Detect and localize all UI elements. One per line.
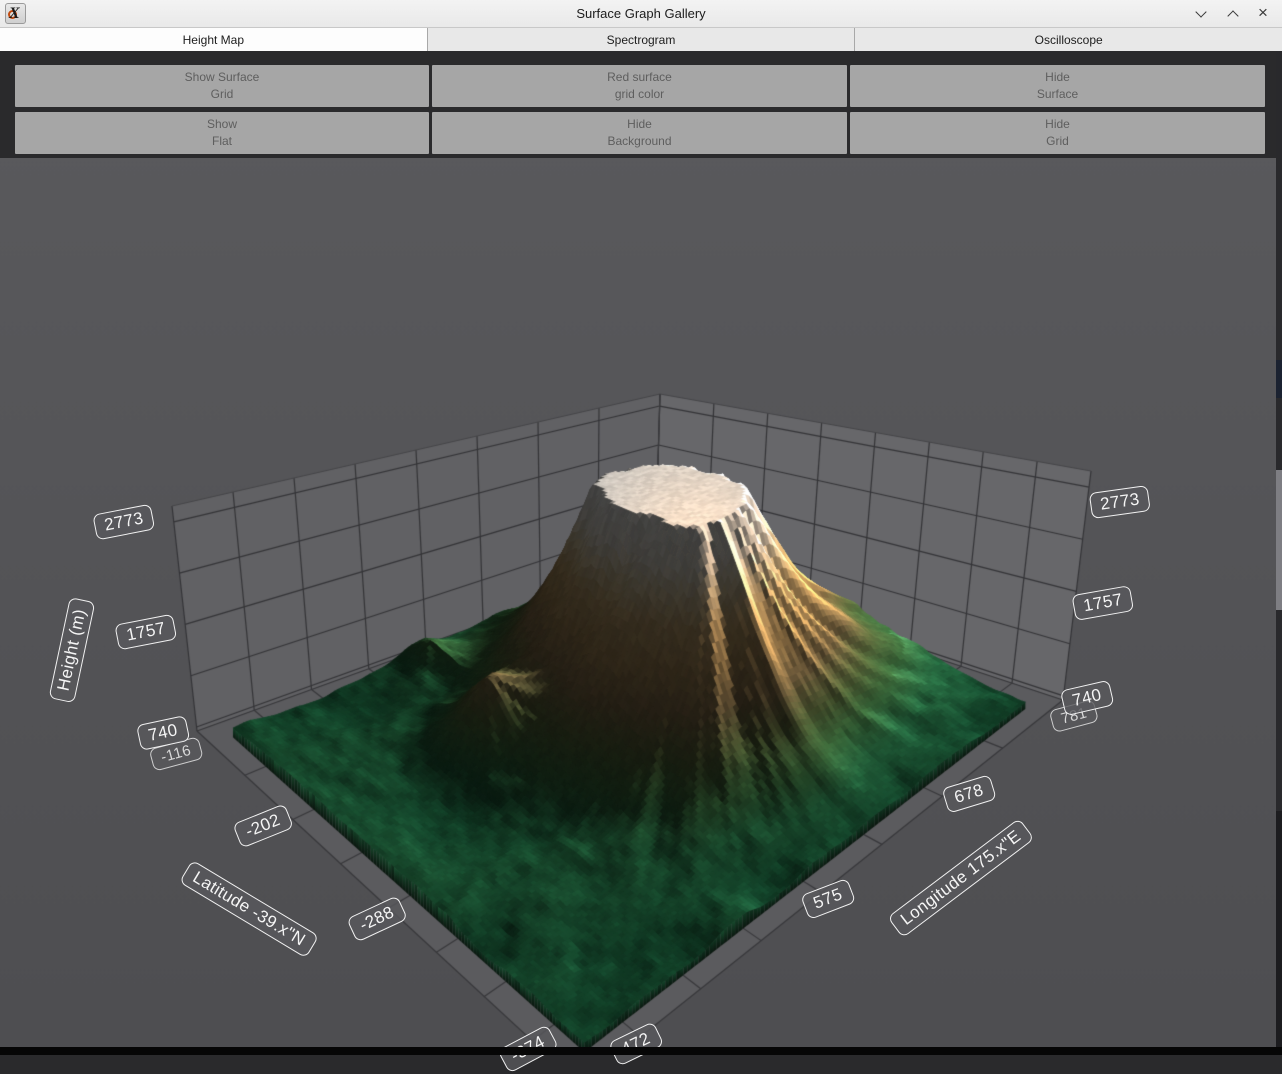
close-button[interactable]: × [1258,6,1274,22]
button-label-line2: Surface [850,86,1265,103]
tab-spectrogram[interactable]: Spectrogram [428,28,856,51]
tab-bar: Height Map Spectrogram Oscilloscope [0,28,1282,51]
button-label-line1: Show Surface [15,69,429,86]
toggle-surface-grid-button[interactable]: Show Surface Grid [15,65,429,107]
surface-3d-view[interactable] [0,158,1282,1047]
button-label-line2: grid color [432,86,847,103]
x11-logo-icon: X [9,4,20,23]
window-controls: × [1194,0,1274,28]
toggle-flat-button[interactable]: Show Flat [15,112,429,154]
maximize-button[interactable] [1226,6,1242,22]
chevron-up-icon [1227,10,1238,21]
screen-bottom-edge [0,1047,1282,1055]
close-icon: × [1258,3,1268,23]
background-window-sliver [1276,51,1282,1047]
surface-grid-color-button[interactable]: Red surface grid color [432,65,847,107]
chevron-down-icon [1195,6,1206,17]
minimize-button[interactable] [1194,6,1210,22]
button-label-line1: Red surface [432,69,847,86]
tab-oscilloscope[interactable]: Oscilloscope [855,28,1282,51]
button-label-line1: Hide [850,69,1265,86]
button-label-line2: Grid [15,86,429,103]
button-label-line2: Grid [850,133,1265,150]
app-icon[interactable]: X [5,3,26,24]
toggle-grid-button[interactable]: Hide Grid [850,112,1265,154]
button-label-line2: Flat [15,133,429,150]
button-label-line1: Show [15,116,429,133]
button-label-line1: Hide [850,116,1265,133]
window-title: Surface Graph Gallery [0,6,1282,21]
tab-height-map[interactable]: Height Map [0,28,428,51]
button-label-line2: Background [432,133,847,150]
button-label-line1: Hide [432,116,847,133]
toggle-surface-button[interactable]: Hide Surface [850,65,1265,107]
titlebar: X Surface Graph Gallery × [0,0,1282,28]
toggle-background-button[interactable]: Hide Background [432,112,847,154]
